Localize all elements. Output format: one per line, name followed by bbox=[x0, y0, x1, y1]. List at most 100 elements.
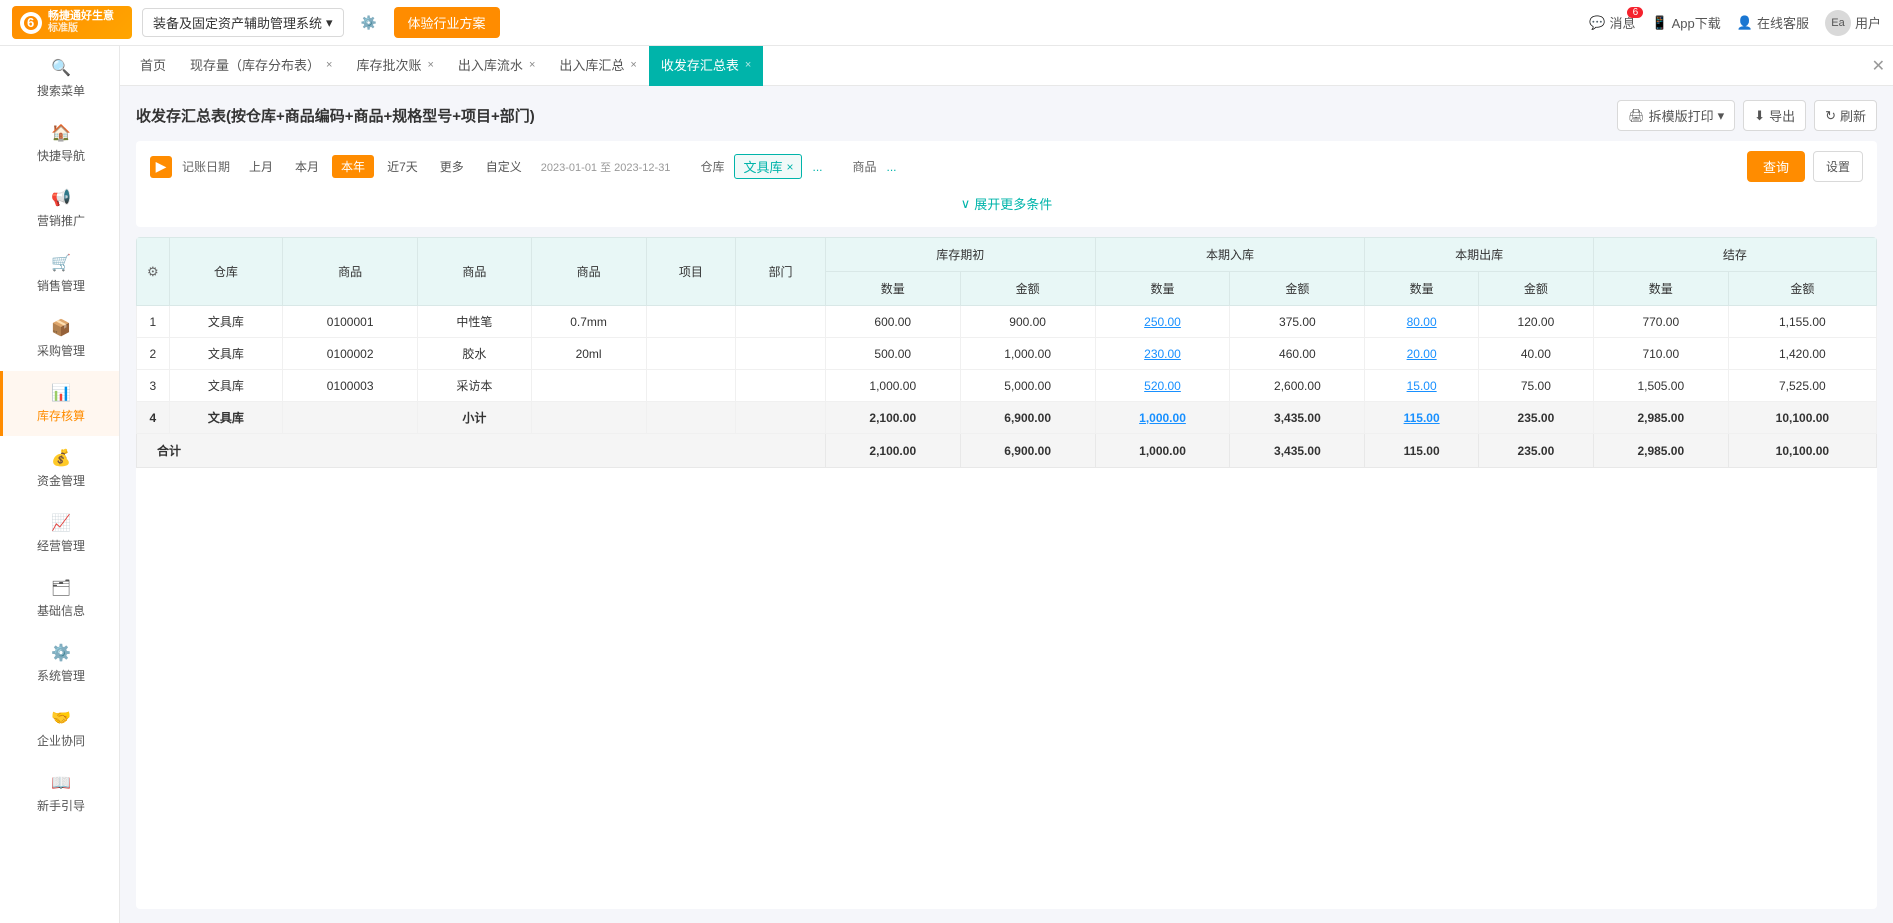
cell: 7,525.00 bbox=[1728, 370, 1876, 402]
sidebar-item-sales[interactable]: 🛒 销售管理 bbox=[0, 241, 119, 306]
app-download-btn[interactable]: 📱 App下载 bbox=[1651, 13, 1720, 32]
table-row: 4 文具库 小计 2,100.00 6,900.00 1,000.00 3,43… bbox=[137, 402, 1877, 434]
date-btn-7days[interactable]: 近7天 bbox=[378, 155, 427, 178]
system-name: 装备及固定资产辅助管理系统 bbox=[153, 13, 322, 32]
cell: 小计 bbox=[418, 402, 532, 434]
data-table: ⚙ 仓库 商品 商品 商品 项目 部门 库存期初 本期入库 本期出库 结存 bbox=[136, 237, 1877, 468]
gear-icon[interactable]: ⚙ bbox=[147, 264, 159, 279]
sidebar-item-system[interactable]: ⚙️ 系统管理 bbox=[0, 631, 119, 696]
filter-settings-btn[interactable]: 设置 bbox=[1813, 151, 1863, 182]
col-settings-header[interactable]: ⚙ bbox=[137, 238, 170, 306]
export-btn[interactable]: ⬇ 导出 bbox=[1743, 100, 1806, 131]
date-btn-prev-month[interactable]: 上月 bbox=[240, 155, 282, 178]
tab-flow[interactable]: 出入库流水 × bbox=[446, 46, 547, 86]
col-name-header: 商品 bbox=[418, 238, 532, 306]
sidebar-item-quick[interactable]: 🏠 快捷导航 bbox=[0, 111, 119, 176]
date-btn-cur-year[interactable]: 本年 bbox=[332, 155, 374, 178]
tab-flow-close[interactable]: × bbox=[529, 59, 535, 71]
sidebar-label-search: 搜索菜单 bbox=[37, 82, 85, 99]
experience-btn[interactable]: 体验行业方案 bbox=[394, 7, 500, 38]
cell: 3,435.00 bbox=[1230, 402, 1365, 434]
top-bar: 6 畅捷通好生意 标准版 装备及固定资产辅助管理系统 ▾ ⚙️ 体验行业方案 💬… bbox=[0, 0, 1893, 46]
sidebar-item-operations[interactable]: 📈 经营管理 bbox=[0, 501, 119, 566]
sidebar-item-inventory[interactable]: 📊 库存核算 bbox=[0, 371, 119, 436]
sidebar-item-marketing[interactable]: 📢 营销推广 bbox=[0, 176, 119, 241]
footer-init-qty: 2,100.00 bbox=[825, 434, 960, 468]
sidebar-item-search[interactable]: 🔍 搜索菜单 bbox=[0, 46, 119, 111]
sidebar-label-inventory: 库存核算 bbox=[37, 407, 85, 424]
sidebar-item-guide[interactable]: 📖 新手引导 bbox=[0, 761, 119, 826]
tab-stock-dist[interactable]: 现存量（库存分布表） × bbox=[178, 46, 344, 86]
col-out-amt: 金额 bbox=[1478, 272, 1593, 306]
cell: 770.00 bbox=[1593, 306, 1728, 338]
warehouse-tag: 文具库 × bbox=[734, 154, 802, 179]
tab-recv-send[interactable]: 收发存汇总表 × bbox=[649, 46, 763, 86]
online-service-label: 在线客服 bbox=[1757, 13, 1809, 32]
cell-no: 4 bbox=[137, 402, 170, 434]
tab-recv-send-close[interactable]: × bbox=[745, 59, 751, 71]
tab-close-all[interactable]: ✕ bbox=[1872, 56, 1885, 76]
print-btn[interactable]: 🖨 拆模版打印 ▾ bbox=[1617, 100, 1735, 131]
cell-in-qty[interactable]: 520.00 bbox=[1095, 370, 1230, 402]
phone-icon: 📱 bbox=[1651, 15, 1667, 31]
cell: 75.00 bbox=[1478, 370, 1593, 402]
sidebar-item-basic[interactable]: 🗂 基础信息 bbox=[0, 566, 119, 631]
cell: 文具库 bbox=[169, 402, 283, 434]
refresh-btn[interactable]: ↻ 刷新 bbox=[1814, 100, 1877, 131]
cell-in-qty[interactable]: 1,000.00 bbox=[1095, 402, 1230, 434]
online-service-btn[interactable]: 👤 在线客服 bbox=[1737, 13, 1809, 32]
cell-in-qty[interactable]: 230.00 bbox=[1095, 338, 1230, 370]
export-icon: ⬇ bbox=[1754, 108, 1765, 124]
date-btn-custom[interactable]: 自定义 bbox=[477, 155, 531, 178]
content-area: 首页 现存量（库存分布表） × 库存批次账 × 出入库流水 × 出入库汇总 × … bbox=[120, 46, 1893, 923]
goods-filter-label: 商品 bbox=[853, 158, 877, 175]
cell-out-qty[interactable]: 15.00 bbox=[1365, 370, 1479, 402]
tab-stock-dist-close[interactable]: × bbox=[326, 59, 332, 71]
cell bbox=[646, 306, 736, 338]
warehouse-more-btn[interactable]: ... bbox=[812, 160, 822, 174]
cell-in-qty[interactable]: 250.00 bbox=[1095, 306, 1230, 338]
footer-label: 合计 bbox=[137, 434, 826, 468]
message-icon: 💬 bbox=[1589, 15, 1605, 31]
top-right: 💬 消息 6 📱 App下载 👤 在线客服 Ea 用户 bbox=[1589, 10, 1881, 36]
search-icon: 🔍 bbox=[51, 58, 71, 78]
system-selector[interactable]: 装备及固定资产辅助管理系统 ▾ bbox=[142, 8, 344, 37]
col-in-qty: 数量 bbox=[1095, 272, 1230, 306]
cell-out-qty[interactable]: 115.00 bbox=[1365, 402, 1479, 434]
date-btn-cur-month[interactable]: 本月 bbox=[286, 155, 328, 178]
basic-icon: 🗂 bbox=[51, 578, 71, 598]
tab-batch-close[interactable]: × bbox=[427, 59, 433, 71]
cell-out-qty[interactable]: 20.00 bbox=[1365, 338, 1479, 370]
sidebar-item-enterprise[interactable]: 🤝 企业协同 bbox=[0, 696, 119, 761]
warehouse-remove-btn[interactable]: × bbox=[786, 160, 793, 174]
chevron-down-icon: ∨ bbox=[961, 196, 971, 212]
page-header: 收发存汇总表(按仓库+商品编码+商品+规格型号+项目+部门) 🖨 拆模版打印 ▾… bbox=[136, 100, 1877, 131]
expand-more-btn[interactable]: ∨ 展开更多条件 bbox=[150, 190, 1863, 217]
cell: 0100002 bbox=[283, 338, 418, 370]
message-btn[interactable]: 💬 消息 6 bbox=[1589, 13, 1635, 32]
cell bbox=[736, 338, 826, 370]
user-btn[interactable]: Ea 用户 bbox=[1825, 10, 1881, 36]
cell: 0100001 bbox=[283, 306, 418, 338]
sidebar-item-purchase[interactable]: 📦 采购管理 bbox=[0, 306, 119, 371]
sidebar-label-system: 系统管理 bbox=[37, 667, 85, 684]
cell: 2,985.00 bbox=[1593, 402, 1728, 434]
query-btn[interactable]: 查询 bbox=[1747, 151, 1805, 182]
collapse-arrow[interactable]: ▶ bbox=[150, 156, 172, 178]
cell bbox=[283, 402, 418, 434]
cell: 1,155.00 bbox=[1728, 306, 1876, 338]
date-btn-more[interactable]: 更多 bbox=[431, 155, 473, 178]
goods-more-btn[interactable]: ... bbox=[887, 160, 897, 174]
tab-batch[interactable]: 库存批次账 × bbox=[344, 46, 445, 86]
cell-out-qty[interactable]: 80.00 bbox=[1365, 306, 1479, 338]
settings-icon[interactable]: ⚙️ bbox=[354, 8, 384, 38]
logo-text: 畅捷通好生意 bbox=[48, 10, 114, 23]
sidebar-item-finance[interactable]: 💰 资金管理 bbox=[0, 436, 119, 501]
tab-home[interactable]: 首页 bbox=[128, 46, 178, 86]
tab-summary-close[interactable]: × bbox=[630, 59, 636, 71]
col-spec-header: 商品 bbox=[531, 238, 646, 306]
tab-summary[interactable]: 出入库汇总 × bbox=[547, 46, 648, 86]
cell: 2,100.00 bbox=[825, 402, 960, 434]
cell: 文具库 bbox=[169, 306, 283, 338]
cell: 235.00 bbox=[1478, 402, 1593, 434]
